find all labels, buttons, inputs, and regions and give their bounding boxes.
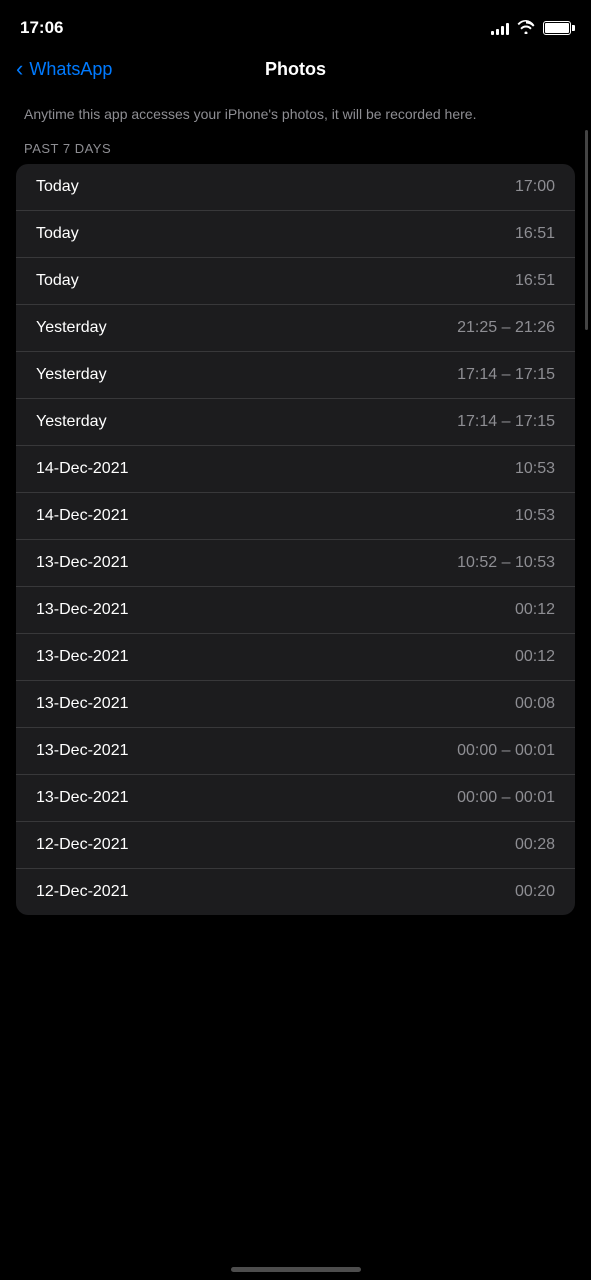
row-time: 16:51 <box>515 225 555 243</box>
row-date: Today <box>36 178 79 196</box>
status-bar: 17:06 <box>0 0 591 50</box>
row-time: 21:25 – 21:26 <box>457 319 555 337</box>
table-row: 13-Dec-2021 00:00 – 00:01 <box>16 775 575 822</box>
signal-icon <box>491 21 509 35</box>
description-text: Anytime this app accesses your iPhone's … <box>0 96 591 141</box>
status-icons <box>491 20 571 37</box>
table-row: 12-Dec-2021 00:28 <box>16 822 575 869</box>
row-date: Today <box>36 225 79 243</box>
table-row: 13-Dec-2021 10:52 – 10:53 <box>16 540 575 587</box>
row-date: Yesterday <box>36 413 107 431</box>
row-time: 17:14 – 17:15 <box>457 413 555 431</box>
page-title: Photos <box>265 59 326 80</box>
row-time: 10:52 – 10:53 <box>457 554 555 572</box>
row-time: 00:12 <box>515 648 555 666</box>
back-button[interactable]: ‹ WhatsApp <box>16 58 112 80</box>
row-date: 13-Dec-2021 <box>36 742 129 760</box>
row-time: 00:20 <box>515 883 555 901</box>
row-date: 12-Dec-2021 <box>36 836 129 854</box>
table-row: 14-Dec-2021 10:53 <box>16 446 575 493</box>
nav-header: ‹ WhatsApp Photos <box>0 50 591 96</box>
access-list: Today 17:00 Today 16:51 Today 16:51 Yesterday 2… <box>16 164 575 915</box>
table-row: 13-Dec-2021 00:08 <box>16 681 575 728</box>
row-time: 10:53 <box>515 460 555 478</box>
row-date: 13-Dec-2021 <box>36 648 129 666</box>
battery-icon <box>543 21 571 35</box>
row-date: 14-Dec-2021 <box>36 460 129 478</box>
row-date: 13-Dec-2021 <box>36 695 129 713</box>
table-row: Today 17:00 <box>16 164 575 211</box>
row-date: 13-Dec-2021 <box>36 789 129 807</box>
row-date: Today <box>36 272 79 290</box>
row-time: 00:28 <box>515 836 555 854</box>
wifi-icon <box>517 20 535 37</box>
row-time: 17:00 <box>515 178 555 196</box>
table-row: Yesterday 21:25 – 21:26 <box>16 305 575 352</box>
section-header: PAST 7 DAYS <box>0 141 591 164</box>
row-time: 17:14 – 17:15 <box>457 366 555 384</box>
row-date: Yesterday <box>36 366 107 384</box>
table-row: 13-Dec-2021 00:12 <box>16 634 575 681</box>
row-time: 00:08 <box>515 695 555 713</box>
row-time: 00:12 <box>515 601 555 619</box>
table-row: 12-Dec-2021 00:20 <box>16 869 575 915</box>
table-row: Today 16:51 <box>16 211 575 258</box>
row-time: 00:00 – 00:01 <box>457 742 555 760</box>
table-row: 13-Dec-2021 00:00 – 00:01 <box>16 728 575 775</box>
table-row: 13-Dec-2021 00:12 <box>16 587 575 634</box>
back-label: WhatsApp <box>29 59 112 80</box>
row-date: 13-Dec-2021 <box>36 601 129 619</box>
scrollbar[interactable] <box>585 130 588 330</box>
table-row: Today 16:51 <box>16 258 575 305</box>
row-time: 16:51 <box>515 272 555 290</box>
table-row: Yesterday 17:14 – 17:15 <box>16 352 575 399</box>
row-date: 14-Dec-2021 <box>36 507 129 525</box>
row-time: 00:00 – 00:01 <box>457 789 555 807</box>
row-date: Yesterday <box>36 319 107 337</box>
table-row: Yesterday 17:14 – 17:15 <box>16 399 575 446</box>
back-chevron-icon: ‹ <box>16 58 23 80</box>
row-date: 12-Dec-2021 <box>36 883 129 901</box>
row-time: 10:53 <box>515 507 555 525</box>
home-indicator <box>231 1267 361 1272</box>
row-date: 13-Dec-2021 <box>36 554 129 572</box>
status-time: 17:06 <box>20 18 63 38</box>
table-row: 14-Dec-2021 10:53 <box>16 493 575 540</box>
